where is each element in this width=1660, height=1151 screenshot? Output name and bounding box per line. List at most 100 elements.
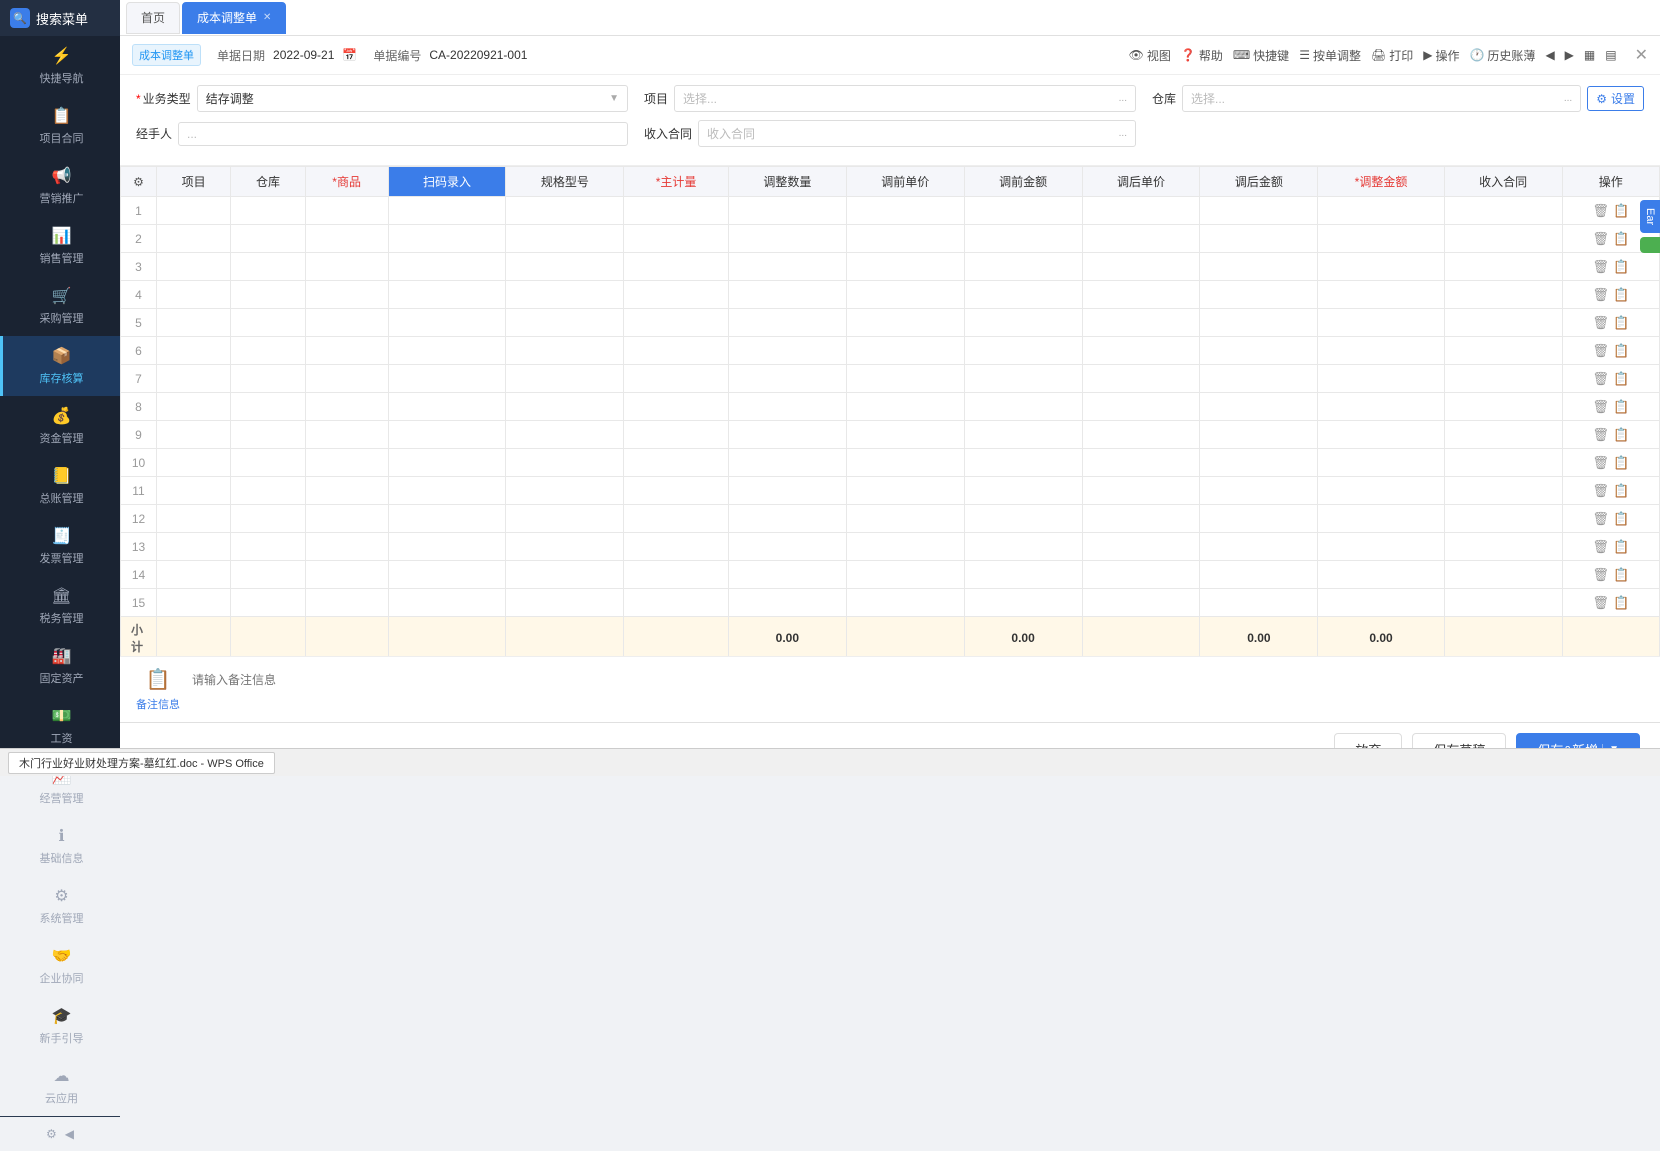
table-cell[interactable] (1444, 253, 1562, 281)
table-cell[interactable] (506, 561, 624, 589)
table-cell[interactable] (305, 533, 388, 561)
table-cell[interactable] (157, 365, 231, 393)
table-cell[interactable] (1082, 337, 1200, 365)
table-cell[interactable] (624, 533, 729, 561)
table-cell[interactable] (305, 421, 388, 449)
table-cell[interactable] (157, 309, 231, 337)
history-action[interactable]: 🕐 历史账薄 (1469, 47, 1535, 64)
table-cell[interactable] (624, 421, 729, 449)
table-cell[interactable] (624, 197, 729, 225)
table-cell[interactable] (506, 197, 624, 225)
table-cell[interactable] (1318, 477, 1444, 505)
table-cell[interactable] (231, 197, 305, 225)
table-cell[interactable] (1082, 253, 1200, 281)
table-cell[interactable] (1082, 421, 1200, 449)
table-cell[interactable] (728, 309, 846, 337)
shortcuts-action[interactable]: ⌨ 快捷键 (1233, 47, 1289, 64)
table-cell[interactable] (728, 421, 846, 449)
right-tab-ear[interactable]: Ear (1640, 200, 1660, 233)
copy-icon[interactable]: 📋 (1613, 315, 1629, 331)
table-cell[interactable] (964, 393, 1082, 421)
table-cell[interactable] (157, 561, 231, 589)
table-cell[interactable] (231, 589, 305, 617)
table-cell[interactable] (506, 281, 624, 309)
table-cell[interactable] (1082, 225, 1200, 253)
help-action[interactable]: ❓ 帮助 (1181, 47, 1223, 64)
table-cell[interactable] (157, 337, 231, 365)
table-cell[interactable] (1200, 533, 1318, 561)
sidebar-item-quick-nav[interactable]: ⚡ 快捷导航 (0, 36, 120, 96)
table-cell[interactable] (728, 253, 846, 281)
sidebar-item-basic-info[interactable]: ℹ 基础信息 (0, 816, 120, 876)
table-cell[interactable] (1318, 225, 1444, 253)
delete-icon[interactable]: 🗑 (1592, 371, 1609, 387)
table-cell[interactable] (846, 393, 964, 421)
table-cell[interactable] (728, 477, 846, 505)
table-cell[interactable] (388, 365, 506, 393)
table-cell[interactable] (624, 253, 729, 281)
copy-icon[interactable]: 📋 (1613, 231, 1629, 247)
column-settings-header[interactable]: ⚙ (121, 167, 157, 197)
table-cell[interactable] (157, 281, 231, 309)
table-cell[interactable] (388, 477, 506, 505)
table-cell[interactable] (506, 421, 624, 449)
table-cell[interactable] (1318, 281, 1444, 309)
table-cell[interactable] (1200, 477, 1318, 505)
tab-close-icon[interactable]: ✕ (263, 12, 271, 23)
copy-icon[interactable]: 📋 (1613, 399, 1629, 415)
table-cell[interactable] (1444, 533, 1562, 561)
table-cell[interactable] (728, 589, 846, 617)
nav-prev-btn[interactable]: ◀ (1545, 48, 1554, 62)
table-cell[interactable] (388, 589, 506, 617)
table-cell[interactable] (846, 477, 964, 505)
delete-icon[interactable]: 🗑 (1592, 203, 1609, 219)
table-cell[interactable] (388, 197, 506, 225)
table-cell[interactable] (624, 225, 729, 253)
table-cell[interactable] (305, 281, 388, 309)
table-cell[interactable] (1444, 337, 1562, 365)
table-cell[interactable] (1082, 197, 1200, 225)
table-cell[interactable] (1082, 533, 1200, 561)
sidebar-settings-btn[interactable]: ⚙ ◀ (0, 1117, 120, 1151)
copy-icon[interactable]: 📋 (1613, 595, 1629, 611)
view-action[interactable]: 👁 视图 (1129, 47, 1171, 64)
table-cell[interactable] (1318, 561, 1444, 589)
delete-icon[interactable]: 🗑 (1592, 567, 1609, 583)
table-cell[interactable] (846, 449, 964, 477)
table-cell[interactable] (964, 225, 1082, 253)
sidebar-item-fund-mgmt[interactable]: 💰 资金管理 (0, 396, 120, 456)
wps-task-item[interactable]: 木门行业好业财处理方案-墓红红.doc - WPS Office (8, 752, 275, 774)
table-cell[interactable] (846, 225, 964, 253)
sidebar-item-new-guide[interactable]: 🎓 新手引导 (0, 996, 120, 1056)
column-scan-header[interactable]: 扫码录入 (388, 167, 506, 197)
sidebar-item-fixed-assets[interactable]: 🏭 固定资产 (0, 636, 120, 696)
table-cell[interactable] (231, 337, 305, 365)
row-operations[interactable]: 🗑📋 (1562, 589, 1659, 617)
table-cell[interactable] (728, 197, 846, 225)
table-cell[interactable] (388, 533, 506, 561)
table-cell[interactable] (1200, 505, 1318, 533)
table-cell[interactable] (1444, 477, 1562, 505)
table-cell[interactable] (231, 253, 305, 281)
table-cell[interactable] (157, 225, 231, 253)
handler-select[interactable]: ... (178, 122, 628, 146)
table-cell[interactable] (231, 393, 305, 421)
table-cell[interactable] (728, 281, 846, 309)
table-cell[interactable] (157, 533, 231, 561)
warehouse-select[interactable]: 选择... ... (1182, 85, 1581, 112)
settings-button[interactable]: ⚙ 设置 (1587, 86, 1644, 111)
sidebar-item-inventory[interactable]: 📦 库存核算 (0, 336, 120, 396)
table-cell[interactable] (1200, 365, 1318, 393)
table-cell[interactable] (728, 365, 846, 393)
table-cell[interactable] (1082, 505, 1200, 533)
table-cell[interactable] (305, 561, 388, 589)
table-cell[interactable] (964, 309, 1082, 337)
grid-view-icon[interactable]: ▦ (1584, 48, 1595, 62)
table-cell[interactable] (305, 505, 388, 533)
table-cell[interactable] (624, 561, 729, 589)
table-cell[interactable] (1200, 449, 1318, 477)
table-cell[interactable] (388, 393, 506, 421)
table-cell[interactable] (624, 365, 729, 393)
table-cell[interactable] (728, 337, 846, 365)
table-cell[interactable] (846, 197, 964, 225)
